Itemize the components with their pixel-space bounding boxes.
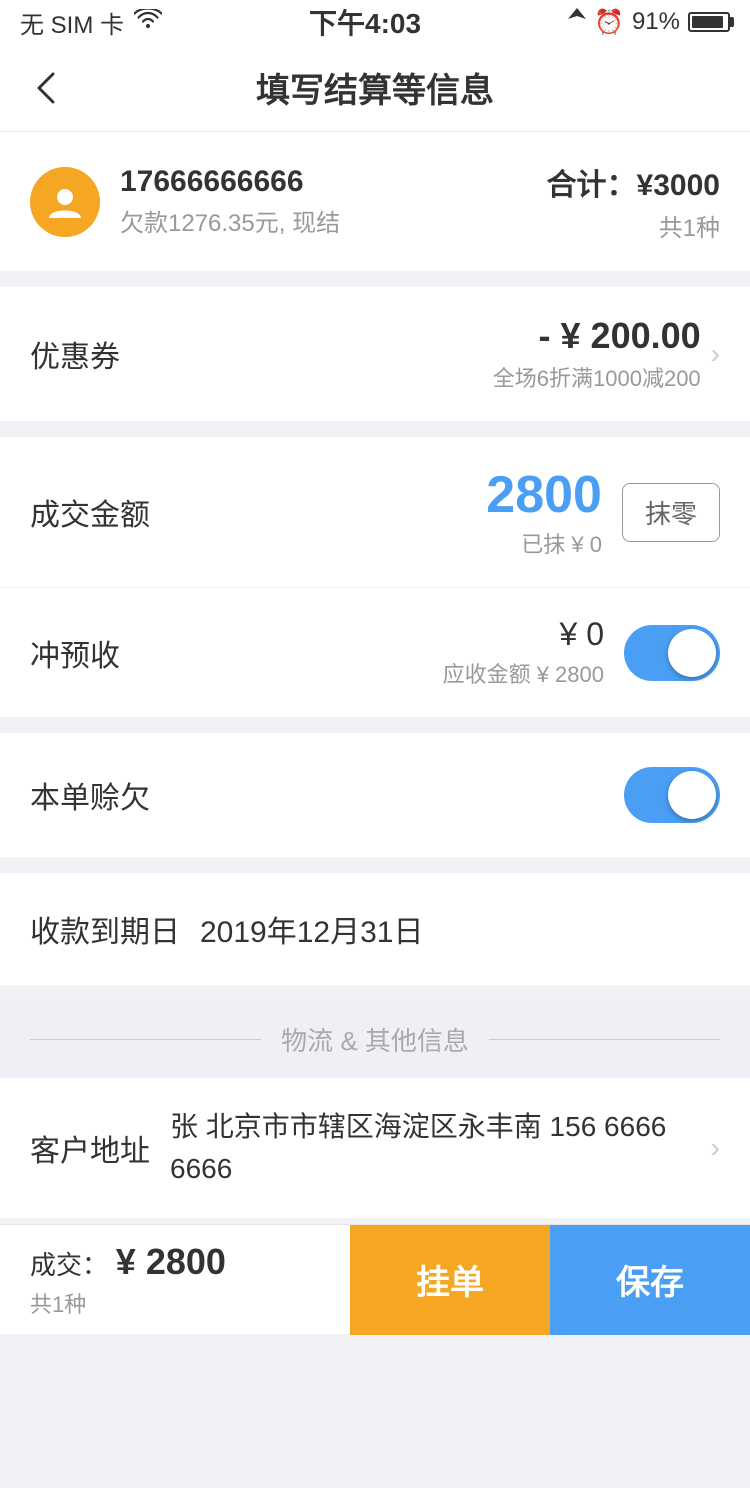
battery-percent: 91%: [632, 8, 680, 36]
deal-amount-right: 2800 已抹 ¥ 0 抹零: [486, 465, 720, 559]
coupon-amount: - ¥ 200.00: [493, 315, 701, 357]
alarm-icon: ⏰: [594, 8, 624, 37]
prepay-row: 冲预收 ¥ 0 应收金额 ¥ 2800: [0, 588, 750, 717]
address-row[interactable]: 客户地址 张 北京市市辖区海淀区永丰南 156 6666 6666 ›: [0, 1078, 750, 1218]
prepay-amount: ¥ 0: [443, 616, 604, 653]
coupon-right: - ¥ 200.00 全场6折满1000减200 ›: [493, 315, 720, 393]
bottom-spacer: [0, 1378, 750, 1488]
logistics-divider: 物流 & 其他信息: [0, 1001, 750, 1078]
divider-line-left: [30, 1039, 261, 1040]
due-date-value: 2019年12月31日: [200, 907, 423, 951]
prepay-info: ¥ 0 应收金额 ¥ 2800: [443, 616, 604, 689]
customer-card: 17666666666 欠款1276.35元, 现结 合计：¥3000 共1种: [0, 132, 750, 271]
deal-amount-info: 2800 已抹 ¥ 0: [486, 465, 602, 559]
page-title: 填写结算等信息: [256, 63, 494, 112]
credit-toggle-knob: [668, 771, 716, 819]
status-time: 下午4:03: [309, 2, 421, 42]
wifi-icon: [134, 8, 162, 36]
coupon-row[interactable]: 优惠券 - ¥ 200.00 全场6折满1000减200 ›: [0, 287, 750, 421]
due-date-label: 收款到期日: [30, 907, 180, 951]
toggle-knob: [668, 629, 716, 677]
divider-line-right: [489, 1039, 720, 1040]
address-label: 客户地址: [30, 1126, 150, 1170]
logistics-section-label: 物流 & 其他信息: [261, 1021, 489, 1058]
coupon-label: 优惠券: [30, 332, 120, 376]
round-zero-button[interactable]: 抹零: [622, 483, 720, 542]
bottom-bar: 成交： ¥ 2800 共1种 挂单 保存: [0, 1224, 750, 1334]
status-left: 无 SIM 卡: [20, 5, 162, 40]
back-button[interactable]: [24, 66, 68, 110]
nav-bar: 填写结算等信息: [0, 44, 750, 132]
due-date-row: 收款到期日 2019年12月31日: [0, 873, 750, 985]
deal-amount-sub: 已抹 ¥ 0: [486, 527, 602, 559]
customer-sub-info: 欠款1276.35元, 现结: [120, 203, 340, 238]
customer-phone: 17666666666: [120, 165, 340, 199]
credit-label: 本单赊欠: [30, 773, 150, 817]
coupon-value: - ¥ 200.00 全场6折满1000减200: [493, 315, 701, 393]
deal-amount-label: 成交金额: [30, 490, 150, 534]
carrier-label: 无 SIM 卡: [20, 5, 124, 40]
customer-right: 合计：¥3000 共1种: [547, 160, 720, 243]
chevron-right-icon: ›: [711, 338, 720, 370]
prepay-right: ¥ 0 应收金额 ¥ 2800: [443, 616, 720, 689]
coupon-desc: 全场6折满1000减200: [493, 361, 701, 393]
status-right: ⏰ 91%: [568, 8, 730, 37]
credit-row: 本单赊欠: [0, 733, 750, 857]
status-bar: 无 SIM 卡 下午4:03 ⏰ 91%: [0, 0, 750, 44]
prepay-sub: 应收金额 ¥ 2800: [443, 657, 604, 689]
address-chevron-icon: ›: [711, 1132, 720, 1164]
deal-amount-row: 成交金额 2800 已抹 ¥ 0 抹零: [0, 437, 750, 588]
prepay-toggle[interactable]: [624, 625, 720, 681]
address-value: 张 北京市市辖区海淀区永丰南 156 6666 6666: [170, 1106, 691, 1190]
customer-info: 17666666666 欠款1276.35元, 现结: [120, 165, 340, 238]
bottom-amount-row: 成交： ¥ 2800: [30, 1241, 320, 1283]
bottom-deal-amount: ¥ 2800: [116, 1241, 226, 1282]
customer-count: 共1种: [547, 208, 720, 243]
deal-amount-section: 成交金额 2800 已抹 ¥ 0 抹零 冲预收 ¥ 0 应收金额 ¥ 2800: [0, 437, 750, 717]
bottom-count: 共1种: [30, 1287, 320, 1319]
prepay-label: 冲预收: [30, 631, 120, 675]
battery-icon: [688, 12, 730, 32]
customer-total: 合计：¥3000: [547, 160, 720, 204]
credit-toggle[interactable]: [624, 767, 720, 823]
avatar: [30, 167, 100, 237]
customer-left: 17666666666 欠款1276.35元, 现结: [30, 165, 340, 238]
bottom-info: 成交： ¥ 2800 共1种: [0, 1241, 350, 1319]
hold-button[interactable]: 挂单: [350, 1225, 550, 1335]
bottom-deal-label: 成交：: [30, 1250, 108, 1280]
location-icon: [568, 8, 586, 37]
save-button[interactable]: 保存: [550, 1225, 750, 1335]
deal-amount-value: 2800: [486, 465, 602, 525]
